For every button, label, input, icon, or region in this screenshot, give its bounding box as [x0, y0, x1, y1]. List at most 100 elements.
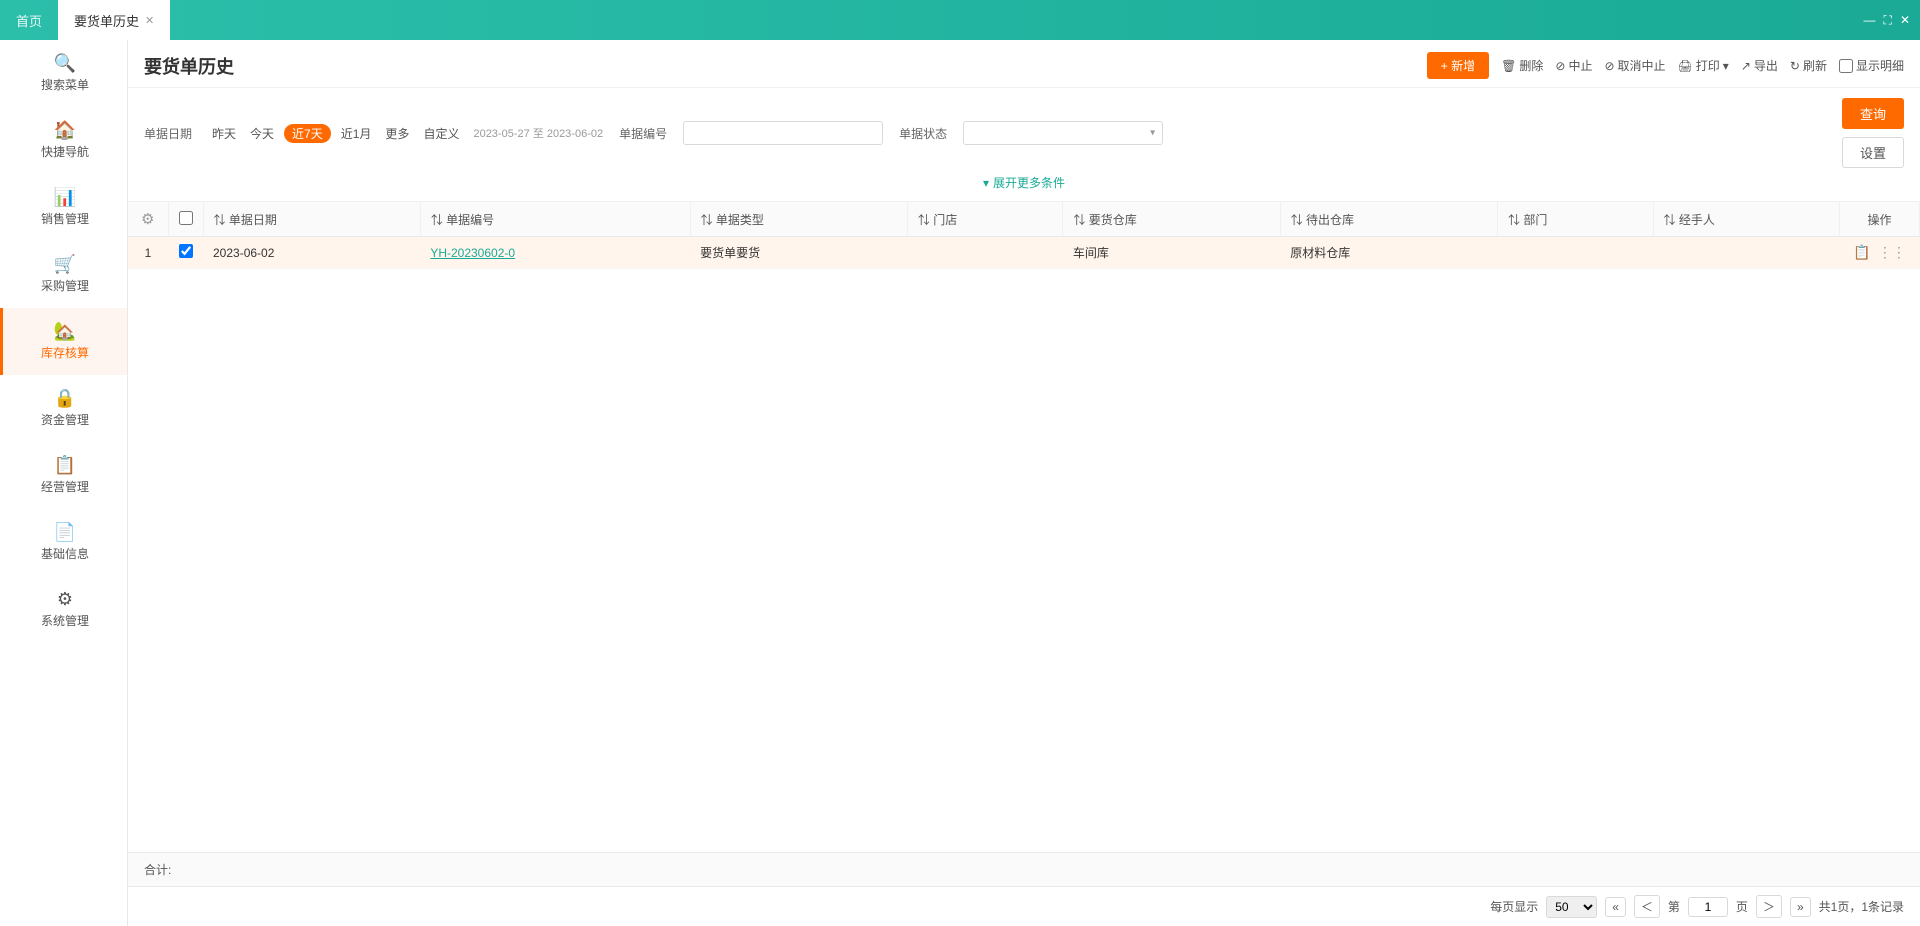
row-ops: 📋 ⋮⋮ [1840, 237, 1920, 269]
sidebar-item-sales[interactable]: 📊 销售管理 [0, 174, 127, 241]
status-select[interactable] [963, 121, 1163, 145]
sidebar-item-search-label: 搜索菜单 [41, 76, 89, 93]
page-title: 要货单历史 [144, 53, 1427, 79]
display-detail-button[interactable]: 显示明细 [1839, 57, 1904, 74]
new-button[interactable]: + 新增 [1427, 52, 1489, 79]
page-input[interactable] [1688, 897, 1728, 917]
header-actions: + 新增 🗑 删除 ⊘ 中止 ⊘ 取消中止 🖨 打 [1427, 52, 1904, 79]
date-btn-1month[interactable]: 近1月 [337, 124, 376, 143]
sidebar-item-basic-label: 基础信息 [41, 545, 89, 562]
row-handler [1653, 237, 1840, 269]
delete-button[interactable]: 🗑 删除 [1501, 57, 1543, 74]
pagination-bar: 每页显示 50 100 « ＜ 第 页 ＞ » 共1页，1条记录 [128, 886, 1920, 926]
th-ops: 操作 [1840, 202, 1920, 237]
stop-button[interactable]: ⊘ 中止 [1555, 57, 1592, 74]
chart-icon: 📊 [54, 188, 76, 206]
per-page-label: 每页显示 [1490, 898, 1538, 915]
row-checkbox[interactable] [179, 244, 193, 258]
maximize-icon[interactable]: ⛶ [1884, 13, 1892, 28]
th-number: ⇅ 单据编号 [420, 202, 690, 237]
date-filter-label: 单据日期 [144, 125, 192, 142]
window-controls: — ⛶ ✕ [1864, 13, 1920, 28]
date-btn-custom[interactable]: 自定义 [419, 124, 463, 143]
sidebar-item-operation[interactable]: 📋 经营管理 [0, 442, 127, 509]
sidebar-item-quick[interactable]: 🏠 快捷导航 [0, 107, 127, 174]
table-container: ⚙ ⇅ 单据日期 ⇅ 单据编号 [128, 202, 1920, 852]
cancel-stop-icon: ⊘ [1604, 59, 1614, 73]
select-all-checkbox[interactable] [179, 211, 193, 225]
row-edit-icon[interactable]: 📋 [1853, 244, 1870, 260]
clipboard-icon: 📋 [54, 456, 76, 474]
page-content: 要货单历史 + 新增 🗑 删除 ⊘ 中止 ⊘ 取消中止 [128, 40, 1920, 926]
table-gear-icon[interactable]: ⚙ [141, 211, 154, 228]
th-checkbox [168, 202, 203, 237]
print-button[interactable]: 🖨 打印 ▾ [1678, 57, 1729, 74]
sidebar-item-inventory-label: 库存核算 [41, 344, 89, 361]
prev-page-button[interactable]: ＜ [1634, 895, 1660, 918]
date-range-display: 2023-05-27 至 2023-06-02 [473, 125, 603, 141]
export-icon: ↗ [1741, 59, 1751, 73]
export-button[interactable]: ↗ 导出 [1741, 57, 1778, 74]
last-page-button[interactable]: » [1790, 897, 1811, 917]
content-area: 要货单历史 + 新增 🗑 删除 ⊘ 中止 ⊘ 取消中止 [128, 40, 1920, 926]
sidebar-item-search[interactable]: 🔍 搜索菜单 [0, 40, 127, 107]
display-detail-checkbox[interactable] [1839, 59, 1853, 73]
row-more-icon[interactable]: ⋮⋮ [1878, 244, 1906, 260]
filter-buttons: 查询 设置 [1842, 98, 1904, 168]
per-page-select[interactable]: 50 100 [1546, 896, 1597, 918]
main-layout: 🔍 搜索菜单 🏠 快捷导航 📊 销售管理 🛒 采购管理 🏡 库存核算 🔒 资金管… [0, 40, 1920, 926]
refresh-icon: ↻ [1790, 59, 1800, 73]
th-target-warehouse: ⇅ 待出仓库 [1280, 202, 1497, 237]
date-btn-yesterday[interactable]: 昨天 [208, 124, 240, 143]
sidebar-item-inventory[interactable]: 🏡 库存核算 [0, 308, 127, 375]
cart-icon: 🛒 [54, 255, 76, 273]
th-handler: ⇅ 经手人 [1653, 202, 1840, 237]
th-warehouse: ⇅ 要货仓库 [1063, 202, 1280, 237]
filter-settings-button[interactable]: 设置 [1842, 137, 1904, 168]
order-no-label: 单据编号 [619, 125, 667, 142]
tab-close-icon[interactable]: ✕ [145, 14, 154, 27]
query-button[interactable]: 查询 [1842, 98, 1904, 129]
th-type: ⇅ 单据类型 [690, 202, 907, 237]
next-page-button[interactable]: ＞ [1756, 895, 1782, 918]
print-icon: 🖨 [1678, 59, 1693, 73]
page-suffix: 页 [1736, 898, 1748, 915]
row-department [1498, 237, 1654, 269]
row-type: 要货单要货 [690, 237, 907, 269]
total-label: 合计: [144, 863, 171, 877]
sidebar-item-purchase[interactable]: 🛒 采购管理 [0, 241, 127, 308]
minimize-icon[interactable]: — [1864, 13, 1876, 27]
tab-order-history[interactable]: 要货单历史 ✕ [58, 0, 170, 40]
table-row: 1 2023-06-02 YH-20230602-0 要货单要货 车间库 原材料… [128, 237, 1920, 269]
th-store: ⇅ 门店 [907, 202, 1063, 237]
row-number[interactable]: YH-20230602-0 [420, 237, 690, 269]
expand-more-button[interactable]: ▾ 展开更多条件 [144, 174, 1904, 191]
tab-bar: 首页 要货单历史 ✕ [0, 0, 170, 40]
tab-home-label: 首页 [16, 11, 42, 30]
search-icon: 🔍 [54, 54, 76, 72]
stop-icon: ⊘ [1555, 59, 1565, 73]
sidebar-item-basic[interactable]: 📄 基础信息 [0, 509, 127, 576]
order-no-input[interactable] [683, 121, 883, 145]
sidebar-item-finance[interactable]: 🔒 资金管理 [0, 375, 127, 442]
date-btn-more[interactable]: 更多 [381, 124, 413, 143]
sidebar-item-sales-label: 销售管理 [41, 210, 89, 227]
close-icon[interactable]: ✕ [1900, 13, 1910, 27]
refresh-button[interactable]: ↻ 刷新 [1790, 57, 1827, 74]
filter-bar: 单据日期 昨天 今天 近7天 近1月 更多 自定义 2023-05-27 至 2… [128, 88, 1920, 202]
gear-icon: ⚙ [57, 590, 73, 608]
delete-icon: 🗑 [1501, 59, 1516, 73]
tab-home[interactable]: 首页 [0, 0, 58, 40]
expand-icon: ▾ [983, 176, 989, 190]
cancel-stop-button[interactable]: ⊘ 取消中止 [1604, 57, 1665, 74]
row-target-warehouse: 原材料仓库 [1280, 237, 1497, 269]
sidebar-item-system-label: 系统管理 [41, 612, 89, 629]
date-btn-7days[interactable]: 近7天 [284, 124, 331, 143]
first-page-button[interactable]: « [1605, 897, 1626, 917]
th-department: ⇅ 部门 [1498, 202, 1654, 237]
sidebar-item-system[interactable]: ⚙ 系统管理 [0, 576, 127, 643]
sidebar: 🔍 搜索菜单 🏠 快捷导航 📊 销售管理 🛒 采购管理 🏡 库存核算 🔒 资金管… [0, 40, 128, 926]
page-label: 第 [1668, 898, 1680, 915]
date-btn-today[interactable]: 今天 [246, 124, 278, 143]
row-date: 2023-06-02 [203, 237, 420, 269]
